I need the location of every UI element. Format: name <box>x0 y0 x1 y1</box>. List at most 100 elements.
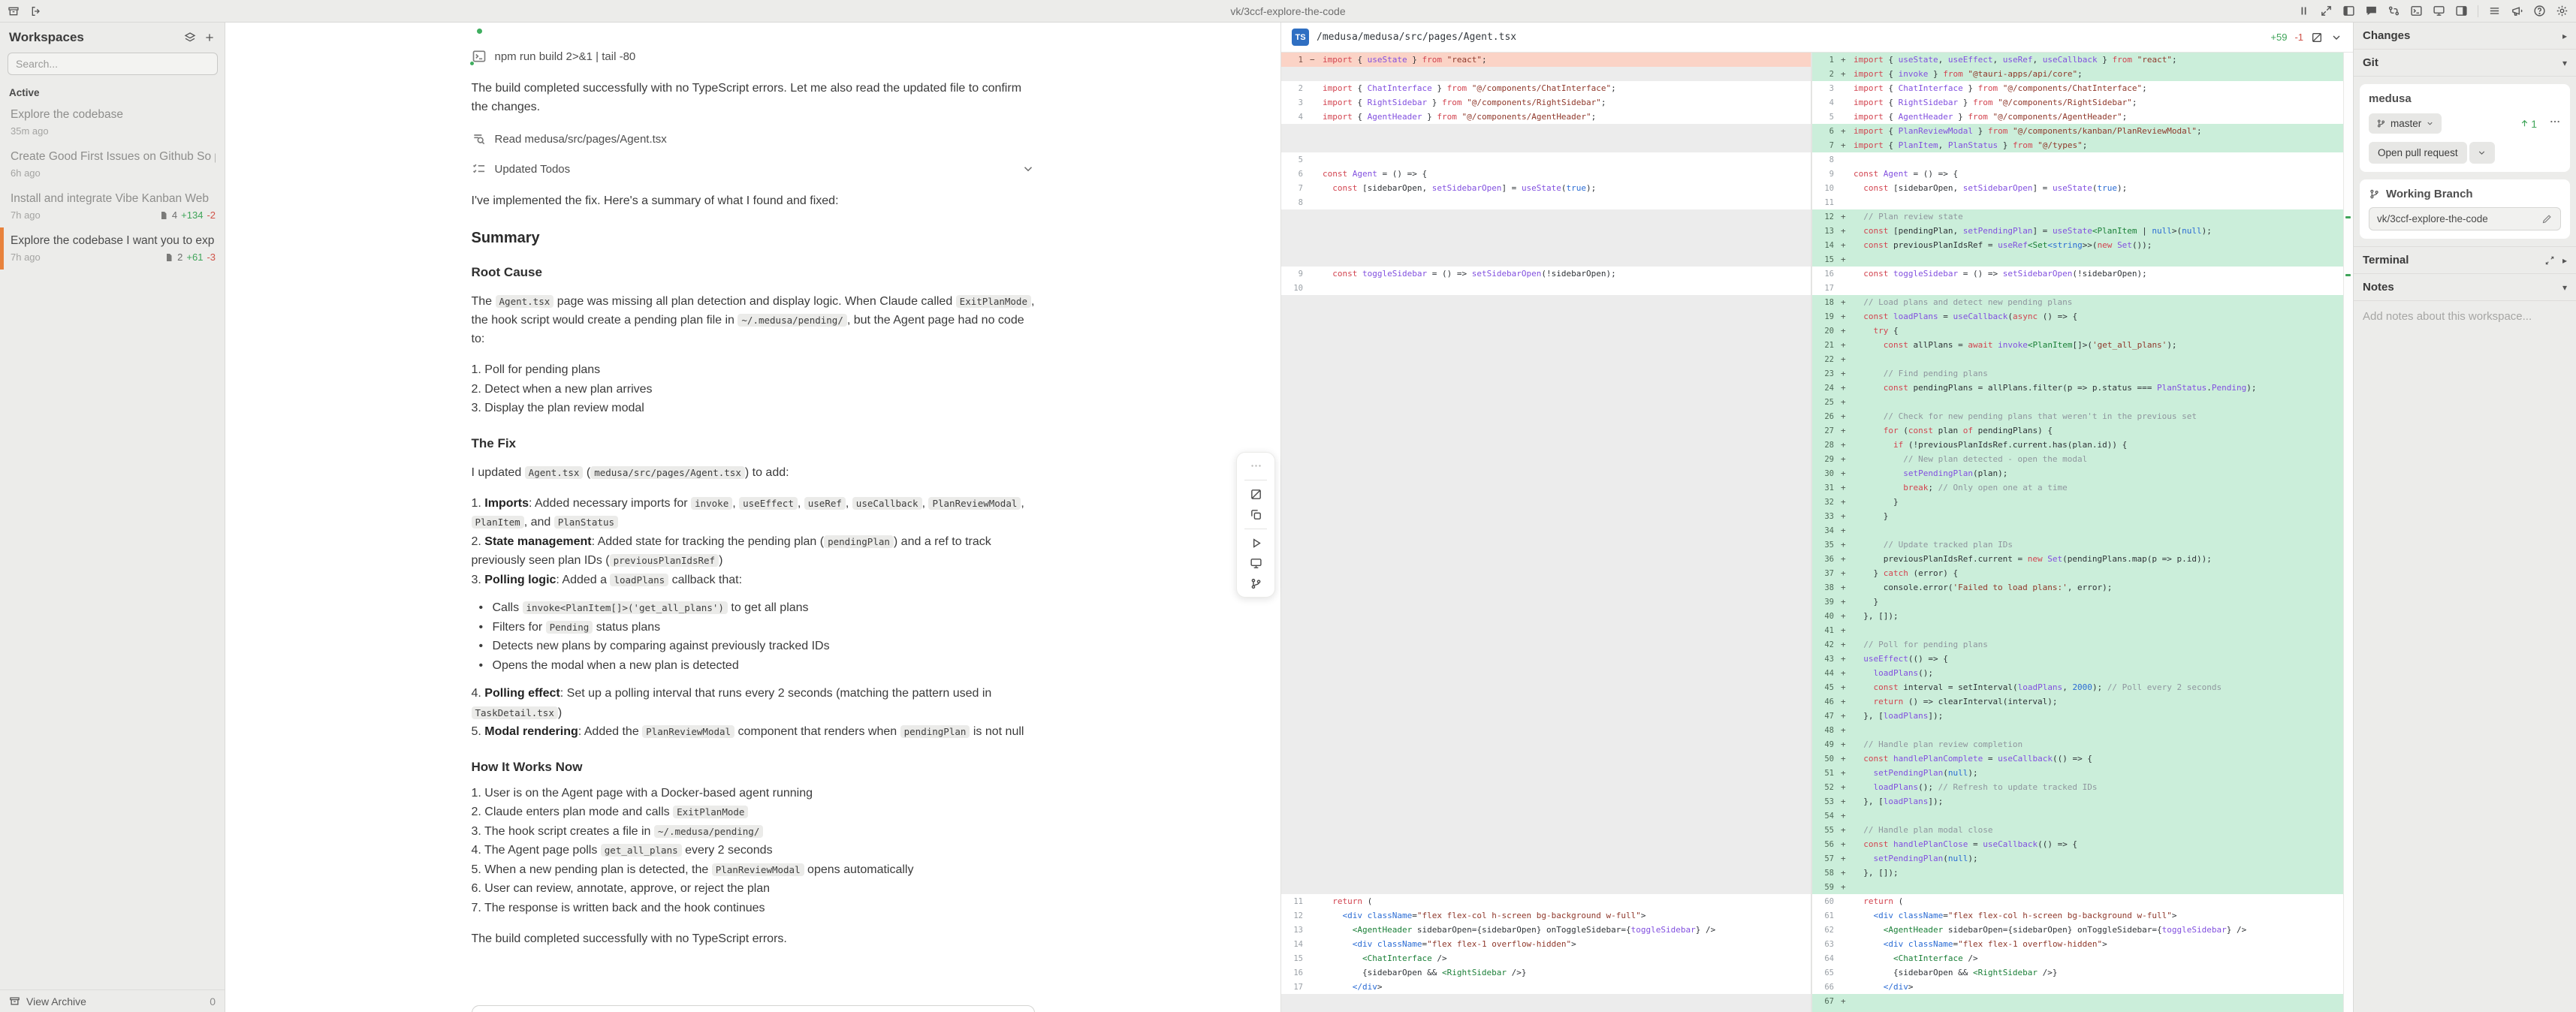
workspace-item[interactable]: Explore the codebase35m ago <box>0 101 225 143</box>
workspace-time: 6h ago <box>11 167 41 179</box>
diff-row: 5import { AgentHeader } from "@/componen… <box>1812 110 2343 124</box>
diff-row <box>1281 866 1811 880</box>
inline-code: ExitPlanMode <box>956 295 1031 308</box>
diff-row: 55+ // Handle plan modal close <box>1812 823 2343 837</box>
resize-icon[interactable] <box>2544 255 2555 266</box>
open-pull-request-button[interactable]: Open pull request <box>2369 142 2467 164</box>
read-icon <box>472 131 487 146</box>
working-branch-field[interactable] <box>2369 207 2561 230</box>
bold-text: Modal rendering <box>484 725 578 738</box>
diff-row <box>1281 124 1811 138</box>
diff-old-pane[interactable]: 1−import { useState } from "react";2impo… <box>1281 53 1812 1012</box>
diff-row: 61 <div className="flex flex-col h-scree… <box>1812 908 2343 923</box>
workspace-title: Create Good First Issues on Github So p <box>11 150 216 164</box>
tool-call-row[interactable]: Updated Todos <box>472 161 1035 176</box>
diff-row: 34+ <box>1812 523 2343 538</box>
diff-new-pane[interactable]: 1+import { useState, useEffect, useRef, … <box>1812 53 2343 1012</box>
diff-row: 9 const toggleSidebar = () => setSidebar… <box>1281 267 1811 281</box>
diff-row: 2import { ChatInterface } from "@/compon… <box>1281 81 1811 95</box>
diff-row: 3import { ChatInterface } from "@/compon… <box>1812 81 2343 95</box>
workspaces-sidebar: Workspaces Active Explore the codebase35… <box>0 23 225 1012</box>
numbered-list: 1. User is on the Agent page with a Dock… <box>472 784 1035 918</box>
diff-row: 4import { AgentHeader } from "@/componen… <box>1281 110 1811 124</box>
workspace-item[interactable]: Install and integrate Vibe Kanban Web7h … <box>0 185 225 227</box>
diff-row: 7+import { PlanItem, PlanStatus } from "… <box>1812 138 2343 152</box>
layers-icon[interactable] <box>184 32 196 44</box>
workspace-title: Explore the codebase I want you to exp <box>11 234 216 248</box>
diff-row: 24+ const pendingPlans = allPlans.filter… <box>1812 381 2343 395</box>
changes-section-header[interactable]: Changes ▸ <box>2354 23 2576 50</box>
inline-code: TaskDetail.tsx <box>472 706 558 719</box>
list-item: Filters for Pending status plans <box>472 618 1035 637</box>
diff-row: 46+ return () => clearInterval(interval)… <box>1812 694 2343 709</box>
tool-call-row[interactable]: Read medusa/src/pages/Agent.tsx <box>472 131 1035 146</box>
caret-right-icon: ▸ <box>2562 31 2567 41</box>
tool-call-row[interactable]: npm run build 2>&1 | tail -80 <box>472 49 1035 64</box>
bold-text: Imports <box>484 497 529 510</box>
working-branch-input[interactable] <box>2377 213 2541 224</box>
diff-viewer: TS /medusa/medusa/src/pages/Agent.tsx +5… <box>1280 23 2353 1012</box>
diff-row: 47+ }, [loadPlans]); <box>1812 709 2343 723</box>
diff-row <box>1281 566 1811 580</box>
diff-row <box>1281 609 1811 623</box>
inline-code: useCallback <box>852 497 922 510</box>
copy-icon[interactable] <box>1250 508 1262 521</box>
search-input[interactable] <box>8 53 218 75</box>
todos-icon <box>472 161 487 176</box>
inline-code: loadPlans <box>610 574 668 586</box>
git-branch-icon[interactable] <box>1250 577 1262 590</box>
list-item: 1. User is on the Agent page with a Dock… <box>472 784 1035 803</box>
diff-row: 17 <box>1812 281 2343 295</box>
diff-row <box>1281 637 1811 652</box>
inline-code: PlanReviewModal <box>642 725 734 738</box>
monitor-icon[interactable] <box>1250 557 1262 570</box>
branch-selector[interactable]: master <box>2369 113 2442 134</box>
window-title: vk/3ccf-explore-the-code <box>0 5 2576 17</box>
diff-scrollbar-track[interactable] <box>2343 53 2352 1012</box>
diff-row <box>1281 452 1811 466</box>
main-layout: Workspaces Active Explore the codebase35… <box>0 23 2576 1012</box>
diff-row: 19+ const loadPlans = useCallback(async … <box>1812 309 2343 324</box>
assistant-paragraph: The build completed successfully with no… <box>472 929 1035 948</box>
workspace-item[interactable]: Create Good First Issues on Github So p 6… <box>0 143 225 185</box>
caret-down-icon: ▾ <box>2562 282 2567 293</box>
workspace-item[interactable]: Explore the codebase I want you to exp7h… <box>0 227 225 270</box>
chevron-down-icon[interactable] <box>1021 162 1035 176</box>
diff-row: 9const Agent = () => { <box>1812 167 2343 181</box>
diff-row: 52+ loadPlans(); // Refresh to update tr… <box>1812 780 2343 794</box>
workspace-time: 35m ago <box>11 125 49 137</box>
pull-request-options-button[interactable] <box>2469 142 2495 164</box>
diff-split-icon[interactable] <box>2311 32 2323 44</box>
diff-row <box>1281 409 1811 423</box>
diff-split-icon[interactable] <box>1250 488 1262 501</box>
diff-row: 17 </div> <box>1281 980 1811 994</box>
removed-count: -3 <box>207 251 216 263</box>
dots-icon[interactable] <box>1250 459 1262 472</box>
diff-row: 40+ }, []); <box>1812 609 2343 623</box>
file-icon <box>164 253 173 262</box>
diff-row <box>1281 1008 1811 1012</box>
notes-placeholder[interactable]: Add notes about this workspace... <box>2354 301 2576 332</box>
diff-row: 6+import { PlanReviewModal } from "@/com… <box>1812 124 2343 138</box>
file-icon <box>159 211 168 220</box>
diff-row <box>1281 295 1811 309</box>
workspace-meta: 7h ago4+134-2 <box>11 209 216 221</box>
git-section-header[interactable]: Git ▾ <box>2354 50 2576 77</box>
chevron-down-icon[interactable] <box>2330 32 2342 44</box>
files-count: 2 <box>177 251 182 263</box>
diff-row: 50+ const handlePlanComplete = useCallba… <box>1812 751 2343 766</box>
diff-row: 5 <box>1281 152 1811 167</box>
diff-row: 63 <div className="flex flex-1 overflow-… <box>1812 937 2343 951</box>
caret-down-icon: ▾ <box>2562 58 2567 68</box>
view-archive-row[interactable]: View Archive 0 <box>0 989 225 1012</box>
inline-code: ~/.medusa/pending/ <box>654 825 763 838</box>
notes-section-header[interactable]: Notes ▾ <box>2354 274 2576 301</box>
diff-row <box>1281 880 1811 894</box>
diff-row: 20+ try { <box>1812 324 2343 338</box>
section-heading: How It Works Now <box>472 760 1035 775</box>
play-icon[interactable] <box>1250 537 1262 550</box>
repo-more-button[interactable] <box>2549 116 2561 131</box>
plus-icon[interactable] <box>204 32 216 44</box>
list-item: 4. Polling effect: Set up a polling inte… <box>472 684 1035 722</box>
terminal-section-header[interactable]: Terminal ▸ <box>2354 246 2576 274</box>
